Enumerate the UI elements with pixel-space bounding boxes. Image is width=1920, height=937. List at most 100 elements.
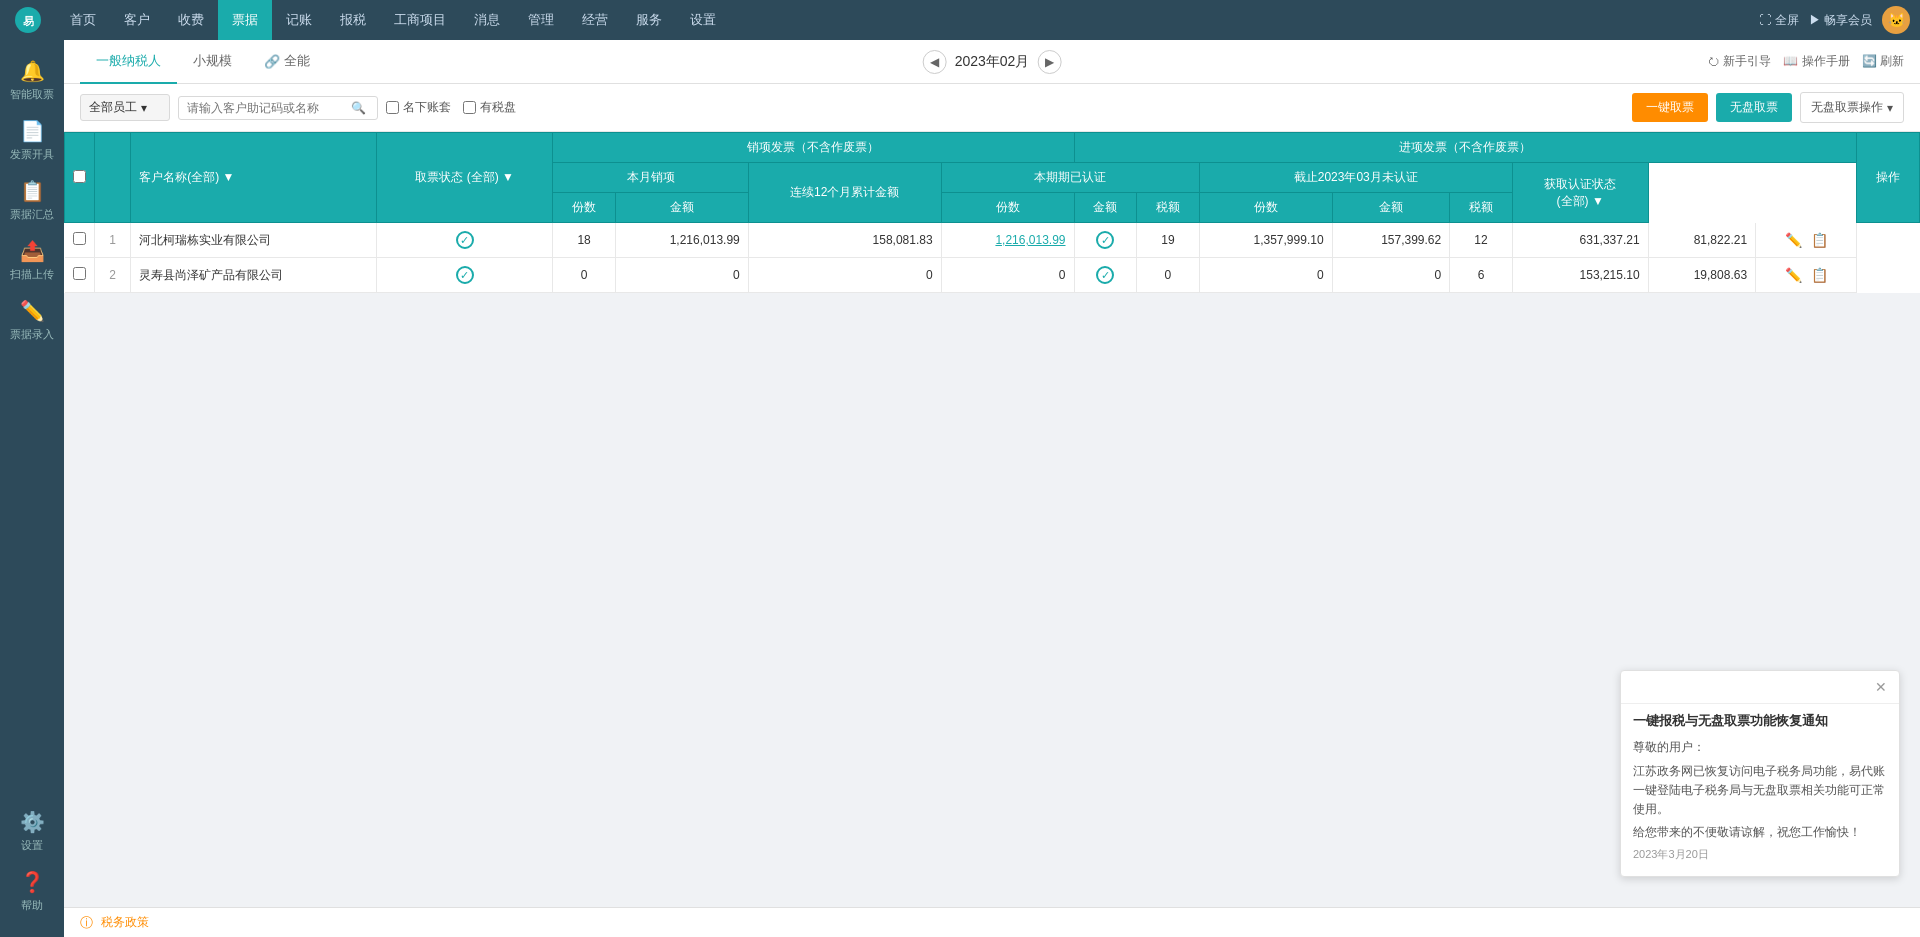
fullscreen-btn[interactable]: ⛶ 全屏 xyxy=(1759,12,1798,29)
no-disk-btn[interactable]: 无盘取票 xyxy=(1716,93,1792,122)
nav-item-首页[interactable]: 首页 xyxy=(56,0,110,40)
edit-icon-0[interactable]: ✏️ xyxy=(1785,232,1802,248)
checkbox-accounts[interactable]: 名下账套 xyxy=(386,99,451,116)
tab-action-0[interactable]: ⭮ 新手引导 xyxy=(1708,53,1771,70)
row-sales-count-1: 0 xyxy=(553,258,616,293)
nav-item-客户[interactable]: 客户 xyxy=(110,0,164,40)
bottom-bar: ⓘ 税务政策 xyxy=(64,907,1920,937)
user-avatar[interactable]: 🐱 xyxy=(1882,6,1910,34)
sidebar-item-0[interactable]: 🔔 智能取票 xyxy=(0,50,64,110)
sidebar: 🔔 智能取票 📄发票开具📋票据汇总 📤 扫描上传 ✏️票据录入 ⚙️设置❓帮助 xyxy=(0,40,64,937)
view-icon-1[interactable]: 📋 xyxy=(1811,267,1828,283)
row-sales-tax-0: 158,081.83 xyxy=(748,223,941,258)
employee-select[interactable]: 全部员工 ▾ xyxy=(80,94,170,121)
sidebar-icon-0: 🔔 xyxy=(20,59,45,83)
checkbox-group: 名下账套 有税盘 xyxy=(386,99,516,116)
th-seq xyxy=(95,133,131,223)
tab-icon-2: 🔗 xyxy=(264,54,280,69)
sidebar-bottom-icon-1: ❓ xyxy=(20,870,45,894)
th-sales-count: 份数 xyxy=(553,193,616,223)
view-icon-0[interactable]: 📋 xyxy=(1811,232,1828,248)
row-actions-0: ✏️ 📋 xyxy=(1756,223,1857,258)
dropdown-icon: ▾ xyxy=(1887,101,1893,115)
nav-item-报税[interactable]: 报税 xyxy=(326,0,380,40)
search-icon[interactable]: 🔍 xyxy=(351,101,366,115)
notification-close-btn[interactable]: ✕ xyxy=(1875,679,1887,695)
nav-item-工商项目[interactable]: 工商项目 xyxy=(380,0,460,40)
nav-items: 首页客户收费票据记账报税工商项目消息管理经营服务设置 xyxy=(56,0,1759,40)
th-uncert-count: 份数 xyxy=(1199,193,1332,223)
th-client: 客户名称(全部) ▼ xyxy=(131,133,377,223)
prev-month-btn[interactable]: ◀ xyxy=(923,50,947,74)
sidebar-icon-3: 📤 xyxy=(20,239,45,263)
sidebar-label-0: 智能取票 xyxy=(10,87,54,102)
row-sales-amount-1: 0 xyxy=(615,258,748,293)
next-month-btn[interactable]: ▶ xyxy=(1037,50,1061,74)
nav-item-经营[interactable]: 经营 xyxy=(568,0,622,40)
info-icon: ⓘ xyxy=(80,914,93,932)
search-input[interactable] xyxy=(187,101,347,115)
nav-item-服务[interactable]: 服务 xyxy=(622,0,676,40)
sidebar-bottom-item-0[interactable]: ⚙️设置 xyxy=(0,801,64,861)
nav-item-设置[interactable]: 设置 xyxy=(676,0,730,40)
th-checkbox xyxy=(65,133,95,223)
notification-body: 尊敬的用户： 江苏政务网已恢复访问电子税务局功能，易代账一键登陆电子税务局与无盘… xyxy=(1621,734,1899,876)
nav-item-管理[interactable]: 管理 xyxy=(514,0,568,40)
row-purchase-amount-1: 0 xyxy=(1199,258,1332,293)
tab-item-0[interactable]: 一般纳税人 xyxy=(80,40,177,84)
edit-icon-1[interactable]: ✏️ xyxy=(1785,267,1802,283)
th-action: 操作 xyxy=(1857,133,1920,223)
sidebar-bottom: ⚙️设置❓帮助 xyxy=(0,801,64,937)
tab-label-1: 小规模 xyxy=(193,52,232,70)
nav-item-票据[interactable]: 票据 xyxy=(218,0,272,40)
nav-item-收费[interactable]: 收费 xyxy=(164,0,218,40)
th-cert-tax: 税额 xyxy=(1137,193,1200,223)
tab-label-0: 一般纳税人 xyxy=(96,52,161,70)
th-cumulative: 连续12个月累计金额 xyxy=(748,163,941,223)
th-uncertified: 截止2023年03月未认证 xyxy=(1199,163,1512,193)
th-sales-amount: 金额 xyxy=(615,193,748,223)
sidebar-item-4[interactable]: ✏️票据录入 xyxy=(0,290,64,350)
row-purchase-amount-0: 1,357,999.10 xyxy=(1199,223,1332,258)
row-uncert-count-0: 12 xyxy=(1450,223,1513,258)
tab-action-2[interactable]: 🔄 刷新 xyxy=(1862,53,1904,70)
row-purchase-count-0: 19 xyxy=(1137,223,1200,258)
sidebar-label-3: 扫描上传 xyxy=(10,267,54,282)
member-btn[interactable]: ▶ 畅享会员 xyxy=(1809,12,1872,29)
sidebar-icon-1: 📄 xyxy=(20,119,45,143)
svg-text:易: 易 xyxy=(23,15,34,27)
select-all-checkbox[interactable] xyxy=(73,170,86,183)
sidebar-label-4: 票据录入 xyxy=(10,327,54,342)
sidebar-bottom-item-1[interactable]: ❓帮助 xyxy=(0,861,64,921)
row-uncert-amount-0: 631,337.21 xyxy=(1512,223,1648,258)
main-table: 客户名称(全部) ▼ 取票状态 (全部) ▼ 销项发票（不含作废票） 进项发票（… xyxy=(64,132,1920,293)
row-checkbox-1[interactable] xyxy=(65,258,95,293)
sidebar-item-2[interactable]: 📋票据汇总 xyxy=(0,170,64,230)
th-ticket-status: 取票状态 (全部) ▼ xyxy=(376,133,552,223)
one-click-btn[interactable]: 一键取票 xyxy=(1632,93,1708,122)
row-checkbox-0[interactable] xyxy=(65,223,95,258)
nav-item-记账[interactable]: 记账 xyxy=(272,0,326,40)
notification-closing: 给您带来的不便敬请谅解，祝您工作愉快！ xyxy=(1633,823,1887,842)
sidebar-bottom-icon-0: ⚙️ xyxy=(20,810,45,834)
row-uncert-amount-1: 153,215.10 xyxy=(1512,258,1648,293)
checkbox-taxdisk[interactable]: 有税盘 xyxy=(463,99,516,116)
th-certified: 本期期已认证 xyxy=(941,163,1199,193)
row-uncert-tax-1: 19,808.63 xyxy=(1648,258,1755,293)
no-disk-ops-btn[interactable]: 无盘取票操作 ▾ xyxy=(1800,92,1904,123)
tax-policy-link[interactable]: 税务政策 xyxy=(101,914,149,931)
nav-item-消息[interactable]: 消息 xyxy=(460,0,514,40)
tab-item-1[interactable]: 小规模 xyxy=(177,40,248,84)
sidebar-item-1[interactable]: 📄发票开具 xyxy=(0,110,64,170)
row-cumulative-0: 1,216,013.99 xyxy=(941,223,1074,258)
toolbar: 全部员工 ▾ 🔍 名下账套 有税盘 一键取票 无盘取票 无盘取票操作 ▾ xyxy=(64,84,1920,132)
tab-action-1[interactable]: 📖 操作手册 xyxy=(1783,53,1849,70)
row-sales-tax-1: 0 xyxy=(748,258,941,293)
table-row: 2 灵寿县尚泽矿产品有限公司 ✓ 0 0 0 0 ✓ 0 0 0 6 153,2… xyxy=(65,258,1920,293)
logo: 易 xyxy=(10,2,46,38)
tab-row: 一般纳税人小规模🔗全能 ◀ 2023年02月 ▶ ⭮ 新手引导📖 操作手册🔄 刷… xyxy=(64,40,1920,84)
sidebar-item-3[interactable]: 📤 扫描上传 xyxy=(0,230,64,290)
notification-text: 江苏政务网已恢复访问电子税务局功能，易代账一键登陆电子税务局与无盘取票相关功能可… xyxy=(1633,762,1887,820)
row-status-1: ✓ xyxy=(376,258,552,293)
tab-item-2[interactable]: 🔗全能 xyxy=(248,40,326,84)
